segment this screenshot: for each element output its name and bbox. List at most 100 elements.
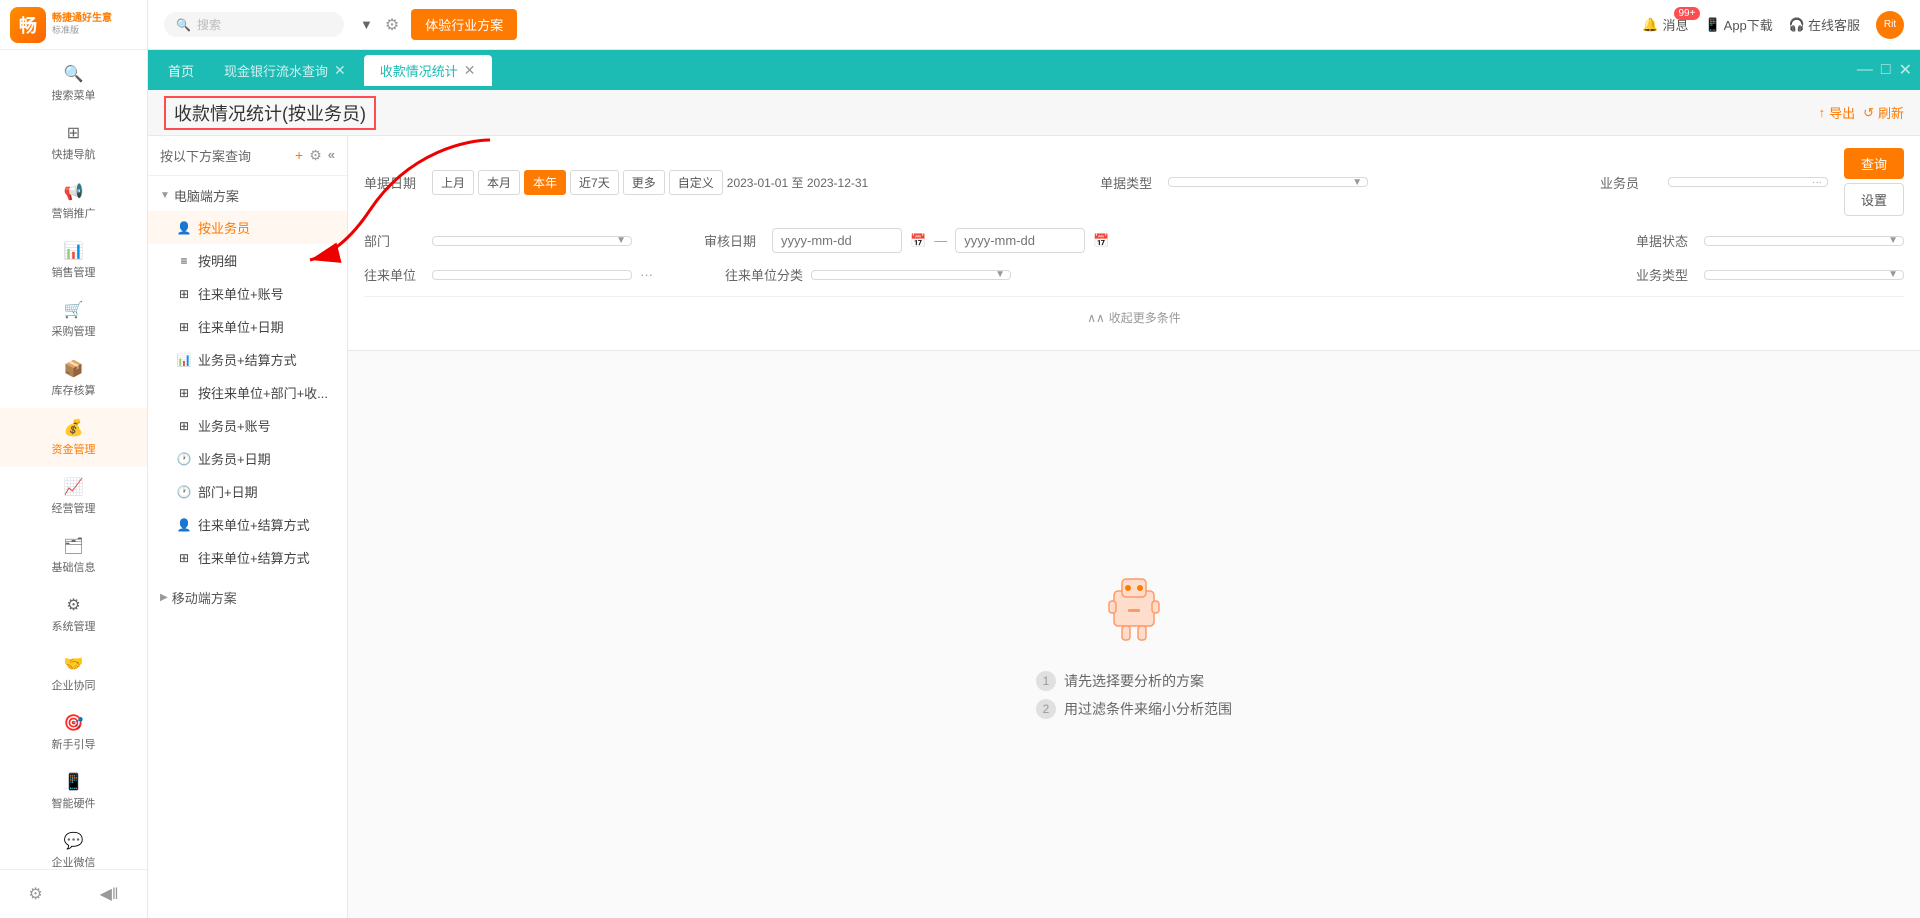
this-month-btn[interactable]: 本月 — [478, 170, 520, 195]
scheme-item-unit-date[interactable]: ⊞ 往来单位+日期 — [148, 310, 347, 343]
sidebar-item-wechat[interactable]: 💬 企业微信 — [0, 821, 147, 869]
online-service[interactable]: 🎧 在线客服 — [1789, 15, 1860, 34]
right-panel: 单据日期 上月 本月 本年 近7天 更多 自定义 2023-01-01 至 — [348, 136, 1920, 918]
salesperson-select[interactable] — [1668, 177, 1828, 187]
window-maximize[interactable]: □ — [1881, 61, 1891, 79]
window-close[interactable]: ✕ — [1899, 60, 1912, 80]
scheme-settings-btn[interactable]: ⚙ — [309, 147, 322, 164]
biz-type-select-wrapper: ▼ — [1704, 270, 1904, 280]
service-icon: 🎧 — [1789, 17, 1805, 33]
tab-bank[interactable]: 现金银行流水查询 ✕ — [208, 55, 362, 86]
sidebar-item-inventory[interactable]: 📦 库存核算 — [0, 349, 147, 408]
notification-count: 99+ — [1674, 7, 1701, 20]
sidebar-item-marketing[interactable]: 📢 营销推广 — [0, 172, 147, 231]
notification-icon: 🔔 — [1642, 17, 1658, 33]
content-area: 按以下方案查询 + ⚙ « ▼ 电脑端方案 👤 按业务员 ≡ 按 — [148, 136, 1920, 918]
audit-date-from[interactable] — [772, 228, 902, 253]
scheme-item-unit-settlement1[interactable]: 👤 往来单位+结算方式 — [148, 508, 347, 541]
scheme-item-unit-account[interactable]: ⊞ 往来单位+账号 — [148, 277, 347, 310]
tab-close-receipt[interactable]: ✕ — [464, 62, 476, 79]
scheme-item-by-salesperson[interactable]: 👤 按业务员 — [148, 211, 347, 244]
sidebar-item-guide[interactable]: 🎯 新手引导 — [0, 703, 147, 762]
table3-icon: ⊞ — [176, 385, 192, 401]
sidebar-item-system[interactable]: ⚙ 系统管理 — [0, 585, 147, 644]
desktop-schemes: ▼ 电脑端方案 👤 按业务员 ≡ 按明细 ⊞ 往来单位+账号 ⊞ 往来单位 — [148, 176, 347, 578]
scheme-item-salesperson-settlement[interactable]: 📊 业务员+结算方式 — [148, 343, 347, 376]
sidebar-item-capital[interactable]: 💰 资金管理 — [0, 408, 147, 467]
page-header: 收款情况统计(按业务员) ↑ 导出 ↺ 刷新 — [148, 90, 1920, 136]
add-scheme-btn[interactable]: + — [295, 147, 303, 164]
partner-input[interactable] — [432, 270, 632, 280]
sidebar-item-basic[interactable]: 🗂 基础信息 — [0, 526, 147, 585]
sidebar-item-operation[interactable]: 📈 经营管理 — [0, 467, 147, 526]
tab-close-bank[interactable]: ✕ — [334, 62, 346, 79]
date-filter: 单据日期 上月 本月 本年 近7天 更多 自定义 2023-01-01 至 — [364, 170, 868, 195]
custom-btn[interactable]: 自定义 — [669, 170, 723, 195]
collapse-row: ∧∧ 收起更多条件 — [364, 296, 1904, 338]
empty-state: 1 请先选择要分析的方案 2 用过滤条件来缩小分析范围 — [348, 351, 1920, 918]
scheme-item-dept-date[interactable]: 🕐 部门+日期 — [148, 475, 347, 508]
sidebar-menu: 🔍 搜索菜单 ⊞ 快捷导航 📢 营销推广 📊 销售管理 🛒 采购管理 📦 库存核… — [0, 50, 147, 869]
voucher-status-select-wrapper: ▼ — [1704, 236, 1904, 246]
topbar-dropdown[interactable]: ▼ — [360, 17, 373, 32]
partner-classification-select[interactable] — [811, 270, 1011, 280]
scheme-item-unit-settlement2[interactable]: ⊞ 往来单位+结算方式 — [148, 541, 347, 574]
topbar-right: 🔔 消息 99+ 📱 App下载 🎧 在线客服 Rit — [1642, 11, 1904, 39]
scheme-item-salesperson-account[interactable]: ⊞ 业务员+账号 — [148, 409, 347, 442]
topbar-gear-icon[interactable]: ⚙ — [385, 15, 399, 35]
settings-btn[interactable]: 设置 — [1844, 183, 1904, 216]
tab-receipt[interactable]: 收款情况统计 ✕ — [364, 55, 492, 86]
sidebar-item-search[interactable]: 🔍 搜索菜单 — [0, 54, 147, 113]
dept-filter: 部门 ▼ — [364, 231, 632, 250]
logo-icon: 畅 — [10, 7, 46, 43]
voucher-status-filter: 单据状态 ▼ — [1636, 231, 1904, 250]
scheme-item-unit-dept-receipt[interactable]: ⊞ 按往来单位+部门+收... — [148, 376, 347, 409]
guide-icon: 🎯 — [64, 713, 84, 733]
last-month-btn[interactable]: 上月 — [432, 170, 474, 195]
biz-type-filter: 业务类型 ▼ — [1636, 265, 1904, 284]
ellipsis-icon[interactable]: ··· — [640, 267, 653, 282]
trial-btn[interactable]: 体验行业方案 — [411, 9, 517, 40]
sidebar-item-quicknav[interactable]: ⊞ 快捷导航 — [0, 113, 147, 172]
notification-area[interactable]: 🔔 消息 99+ — [1642, 15, 1688, 34]
dept-select[interactable] — [432, 236, 632, 246]
biz-type-select[interactable] — [1704, 270, 1904, 280]
desktop-scheme-title[interactable]: ▼ 电脑端方案 — [148, 180, 347, 211]
scheme-item-by-detail[interactable]: ≡ 按明细 — [148, 244, 347, 277]
sidebar-item-sales[interactable]: 📊 销售管理 — [0, 231, 147, 290]
dept-select-wrapper: ▼ — [432, 236, 632, 246]
calendar-icon[interactable]: 📅 — [910, 233, 926, 249]
window-minimize[interactable]: — — [1857, 61, 1873, 79]
filter-row-2: 部门 ▼ 审核日期 📅 — 📅 — [364, 228, 1904, 253]
page-title-box: 收款情况统计(按业务员) — [164, 96, 376, 130]
refresh-btn[interactable]: ↺ 刷新 — [1863, 103, 1904, 122]
app-download[interactable]: 📱 App下载 — [1704, 15, 1772, 34]
audit-date-to[interactable] — [955, 228, 1085, 253]
tab-home[interactable]: 首页 — [156, 55, 206, 86]
export-btn[interactable]: ↑ 导出 — [1819, 103, 1856, 122]
topbar-search[interactable]: 🔍 搜索 — [164, 12, 344, 37]
sidebar: 畅 畅捷通好生意 标准版 🔍 搜索菜单 ⊞ 快捷导航 📢 营销推广 📊 销售管理… — [0, 0, 148, 918]
sidebar-item-purchase[interactable]: 🛒 采购管理 — [0, 290, 147, 349]
scheme-collapse-btn[interactable]: « — [328, 147, 335, 164]
user-avatar[interactable]: Rit — [1876, 11, 1904, 39]
footer-settings-btn[interactable]: ⚙ — [20, 880, 50, 908]
this-year-btn[interactable]: 本年 — [524, 170, 566, 195]
scheme-item-salesperson-date[interactable]: 🕐 业务员+日期 — [148, 442, 347, 475]
empty-illustration — [1084, 551, 1184, 651]
query-btn[interactable]: 查询 — [1844, 148, 1904, 179]
voucher-status-select[interactable] — [1704, 236, 1904, 246]
page-title: 收款情况统计(按业务员) — [174, 104, 366, 124]
mobile-scheme-title[interactable]: ▶ 移动端方案 — [148, 582, 347, 613]
calendar2-icon[interactable]: 📅 — [1093, 233, 1109, 249]
collapse-btn[interactable]: ∧∧ 收起更多条件 — [1079, 305, 1189, 330]
table-icon: ⊞ — [176, 286, 192, 302]
sidebar-item-enterprise[interactable]: 🤝 企业协同 — [0, 644, 147, 703]
filter-area: 单据日期 上月 本月 本年 近7天 更多 自定义 2023-01-01 至 — [348, 136, 1920, 351]
sidebar-item-hardware[interactable]: 📱 智能硬件 — [0, 762, 147, 821]
operation-icon: 📈 — [64, 477, 84, 497]
voucher-type-select[interactable] — [1168, 177, 1368, 187]
footer-collapse-btn[interactable]: ◀‖ — [92, 880, 127, 908]
more-btn[interactable]: 更多 — [623, 170, 665, 195]
last7-btn[interactable]: 近7天 — [570, 170, 619, 195]
